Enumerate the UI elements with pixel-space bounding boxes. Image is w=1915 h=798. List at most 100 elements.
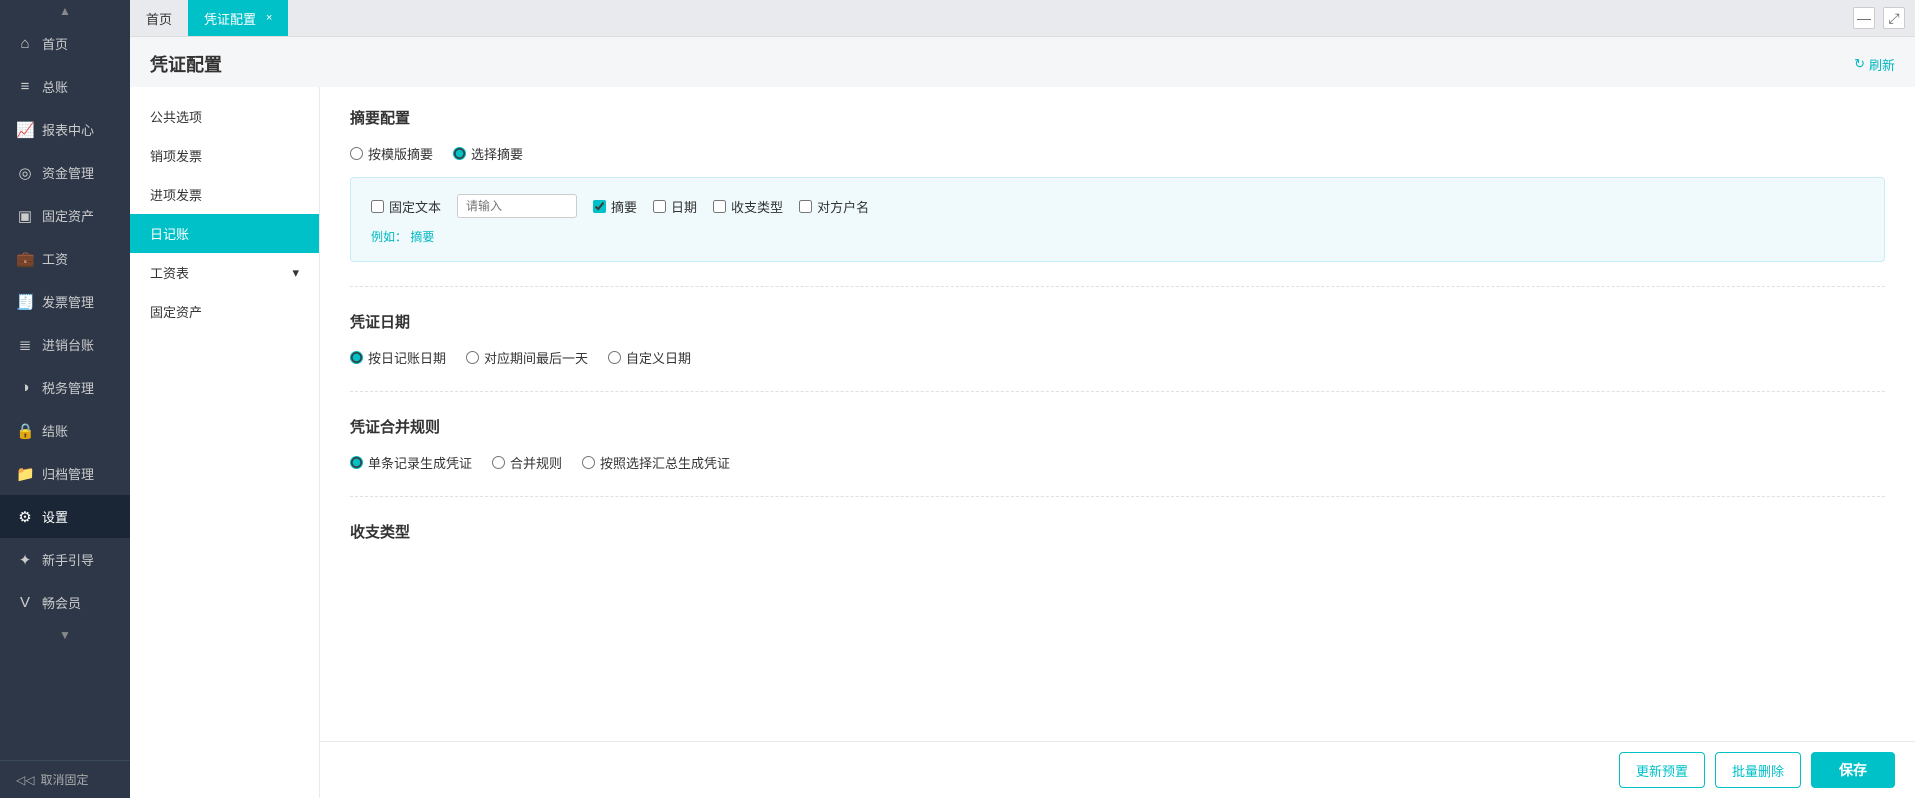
sidebar-item-label: 进销台账 xyxy=(42,335,94,354)
checkbox-fixed-text-input[interactable] xyxy=(371,200,384,213)
sidebar-item-invoice-mgmt[interactable]: 🧾 发票管理 xyxy=(0,280,130,323)
sidebar-item-guide[interactable]: ✦ 新手引导 xyxy=(0,538,130,581)
radio-single-record[interactable]: 单条记录生成凭证 xyxy=(350,453,472,472)
sidebar-scroll-up[interactable]: ▲ xyxy=(0,0,130,22)
summary-config-section: 摘要配置 按模版摘要 选择摘要 xyxy=(350,107,1885,287)
refresh-label: 刷新 xyxy=(1869,55,1895,74)
sidebar-item-closing[interactable]: 🔒 结账 xyxy=(0,409,130,452)
home-icon: ⌂ xyxy=(16,35,34,52)
sidebar-item-payroll[interactable]: 💼 工资 xyxy=(0,237,130,280)
voucher-date-radio-group: 按日记账日期 对应期间最后一天 自定义日期 xyxy=(350,348,1885,367)
checkbox-summary-input[interactable] xyxy=(593,200,606,213)
radio-merge-rule-input[interactable] xyxy=(492,456,505,469)
fixed-text-input[interactable] xyxy=(457,194,577,218)
checkbox-fixed-text[interactable]: 固定文本 xyxy=(371,197,441,216)
radio-template-summary-input[interactable] xyxy=(350,147,363,160)
tax-icon: ◑ xyxy=(16,379,34,396)
body-layout: 公共选项 销项发票 进项发票 日记账 工资表 ▾ 固定资产 xyxy=(130,87,1915,798)
sidebar-item-tax[interactable]: ◑ 税务管理 xyxy=(0,366,130,409)
example-text: 例如： 摘要 xyxy=(371,228,1864,245)
sidebar-unpin[interactable]: ◁◁ 取消固定 xyxy=(0,760,130,798)
checkbox-counterparty-label: 对方户名 xyxy=(817,197,869,216)
sidebar-item-archive[interactable]: 📁 归档管理 xyxy=(0,452,130,495)
radio-last-day-input[interactable] xyxy=(466,351,479,364)
sidebar-item-funds[interactable]: ◎ 资金管理 xyxy=(0,151,130,194)
left-nav-sales-invoice[interactable]: 销项发票 xyxy=(130,136,319,175)
left-nav-fixed-assets[interactable]: 固定资产 xyxy=(130,292,319,331)
batch-delete-button[interactable]: 批量删除 xyxy=(1715,752,1801,788)
checkbox-income-expense-input[interactable] xyxy=(713,200,726,213)
left-nav-public[interactable]: 公共选项 xyxy=(130,97,319,136)
radio-template-summary[interactable]: 按模版摘要 xyxy=(350,144,433,163)
update-preview-button[interactable]: 更新预置 xyxy=(1619,752,1705,788)
sidebar-scroll-down[interactable]: ▼ xyxy=(0,624,130,646)
sidebar-item-reports[interactable]: 📈 报表中心 xyxy=(0,108,130,151)
radio-by-journal-date[interactable]: 按日记账日期 xyxy=(350,348,446,367)
ledger-icon: ≡ xyxy=(16,78,34,95)
sidebar-bottom-label: 取消固定 xyxy=(40,771,88,788)
radio-select-summary[interactable]: 选择摘要 xyxy=(453,144,523,163)
save-button[interactable]: 保存 xyxy=(1811,752,1895,788)
right-scroll-wrapper: 摘要配置 按模版摘要 选择摘要 xyxy=(320,87,1915,798)
radio-single-record-label: 单条记录生成凭证 xyxy=(368,453,472,472)
payroll-icon: 💼 xyxy=(16,250,34,268)
radio-single-record-input[interactable] xyxy=(350,456,363,469)
left-nav-payroll-table[interactable]: 工资表 ▾ xyxy=(130,253,319,292)
sidebar-item-label: 设置 xyxy=(42,507,68,526)
radio-merge-rule[interactable]: 合并规则 xyxy=(492,453,562,472)
sidebar-item-label: 归档管理 xyxy=(42,464,94,483)
minimize-button[interactable]: — xyxy=(1853,7,1875,29)
sidebar-item-ledger[interactable]: ≡ 总账 xyxy=(0,65,130,108)
settings-icon: ⚙ xyxy=(16,508,34,526)
archive-icon: 📁 xyxy=(16,465,34,483)
radio-select-merge-input[interactable] xyxy=(582,456,595,469)
checkbox-date[interactable]: 日期 xyxy=(653,197,697,216)
sidebar-item-label: 固定资产 xyxy=(42,206,94,225)
checkbox-summary-label: 摘要 xyxy=(611,197,637,216)
radio-custom-date-label: 自定义日期 xyxy=(626,348,691,367)
left-nav-item-label: 进项发票 xyxy=(150,185,202,204)
radio-select-summary-input[interactable] xyxy=(453,147,466,160)
radio-custom-date[interactable]: 自定义日期 xyxy=(608,348,691,367)
checkbox-income-expense[interactable]: 收支类型 xyxy=(713,197,783,216)
merge-rules-radio-group: 单条记录生成凭证 合并规则 按照选择汇总生成凭证 xyxy=(350,453,1885,472)
checkbox-summary[interactable]: 摘要 xyxy=(593,197,637,216)
sidebar-item-settings[interactable]: ⚙ 设置 xyxy=(0,495,130,538)
left-nav-item-label: 工资表 xyxy=(150,263,189,282)
left-nav-journal[interactable]: 日记账 xyxy=(130,214,319,253)
sidebar-item-assets[interactable]: ▣ 固定资产 xyxy=(0,194,130,237)
assets-icon: ▣ xyxy=(16,207,34,225)
sidebar-item-vip[interactable]: V 畅会员 xyxy=(0,581,130,624)
left-nav-purchase-invoice[interactable]: 进项发票 xyxy=(130,175,319,214)
left-nav: 公共选项 销项发票 进项发票 日记账 工资表 ▾ 固定资产 xyxy=(130,87,320,798)
summary-config-box: 固定文本 摘要 日期 xyxy=(350,177,1885,262)
radio-journal-date-input[interactable] xyxy=(350,351,363,364)
merge-rules-section: 凭证合并规则 单条记录生成凭证 合并规则 xyxy=(350,416,1885,497)
summary-checkbox-row: 固定文本 摘要 日期 xyxy=(371,194,1864,218)
content-area: 凭证配置 ↻ 刷新 公共选项 销项发票 进项发票 日记账 xyxy=(130,37,1915,798)
tab-actions: — ⤢ xyxy=(1853,7,1915,29)
refresh-icon: ↻ xyxy=(1854,56,1865,72)
sidebar-item-home[interactable]: ⌂ 首页 xyxy=(0,22,130,65)
left-nav-item-label: 公共选项 xyxy=(150,107,202,126)
sidebar-item-sales-ledger[interactable]: ≣ 进销台账 xyxy=(0,323,130,366)
summary-config-title: 摘要配置 xyxy=(350,107,1885,128)
checkbox-counterparty[interactable]: 对方户名 xyxy=(799,197,869,216)
voucher-date-section: 凭证日期 按日记账日期 对应期间最后一天 xyxy=(350,311,1885,392)
left-nav-item-label: 日记账 xyxy=(150,224,189,243)
radio-journal-date-label: 按日记账日期 xyxy=(368,348,446,367)
maximize-button[interactable]: ⤢ xyxy=(1883,7,1905,29)
checkbox-date-input[interactable] xyxy=(653,200,666,213)
checkbox-fixed-text-label: 固定文本 xyxy=(389,197,441,216)
sidebar-item-label: 结账 xyxy=(42,421,68,440)
tab-close-icon[interactable]: × xyxy=(266,12,272,24)
radio-custom-date-input[interactable] xyxy=(608,351,621,364)
chevron-down-icon: ▾ xyxy=(292,265,299,281)
tab-voucher-config[interactable]: 凭证配置 × xyxy=(188,0,288,36)
income-expense-title: 收支类型 xyxy=(350,521,1885,542)
checkbox-counterparty-input[interactable] xyxy=(799,200,812,213)
radio-select-merge[interactable]: 按照选择汇总生成凭证 xyxy=(582,453,730,472)
refresh-button[interactable]: ↻ 刷新 xyxy=(1854,55,1895,74)
radio-last-day-period[interactable]: 对应期间最后一天 xyxy=(466,348,588,367)
tab-home[interactable]: 首页 xyxy=(130,0,188,36)
